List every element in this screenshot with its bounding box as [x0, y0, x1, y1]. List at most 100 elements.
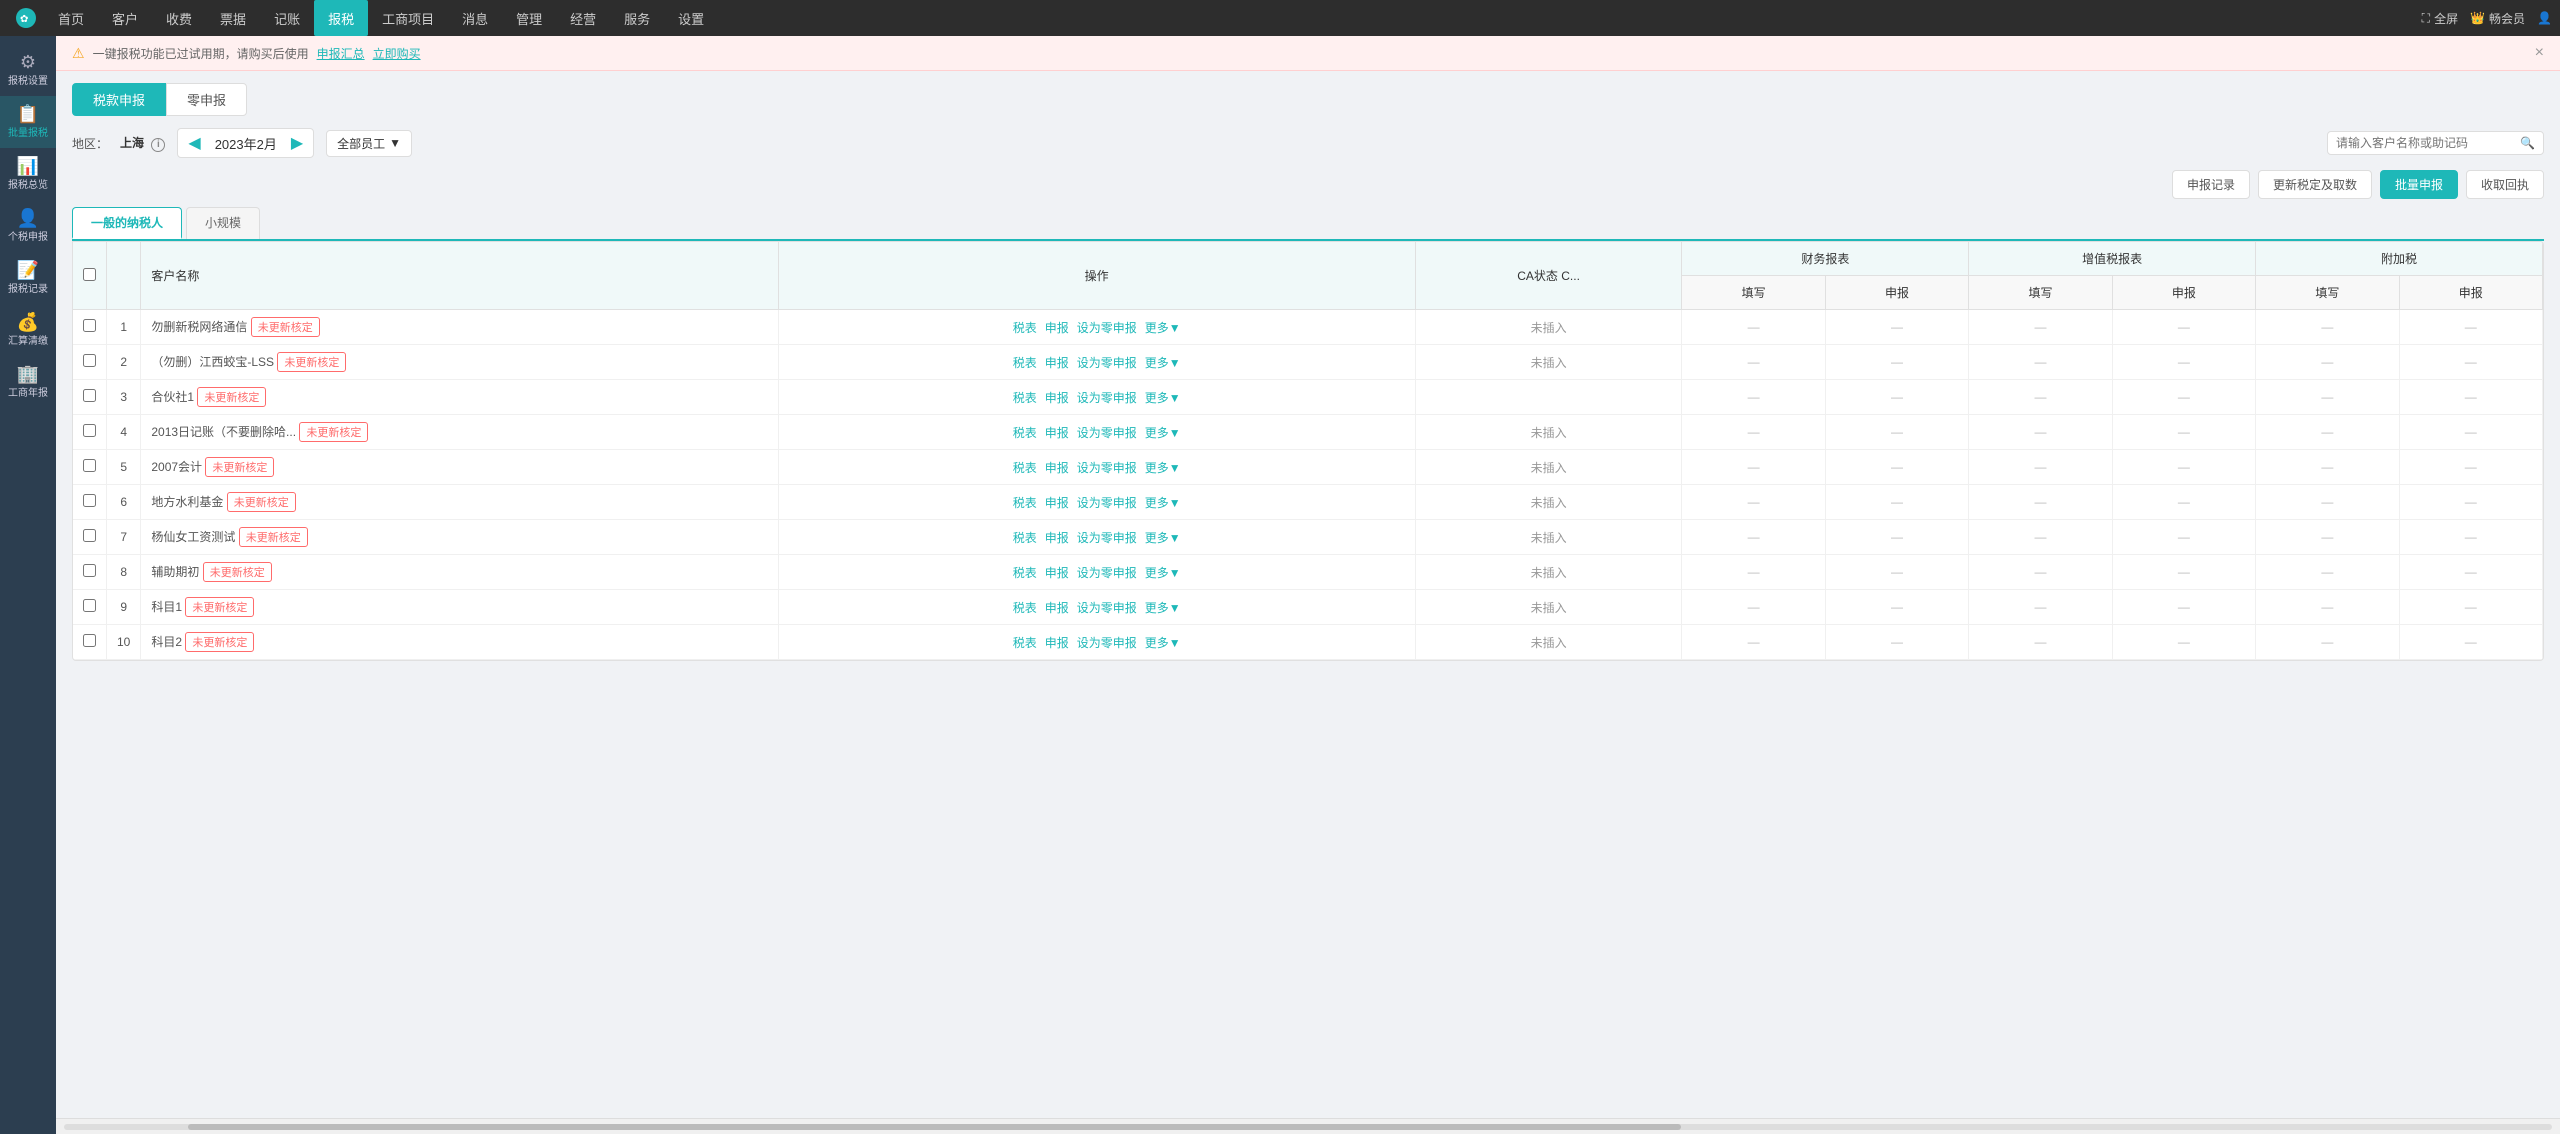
row-select-checkbox[interactable]: [83, 634, 96, 647]
tab-zero-declare[interactable]: 零申报: [166, 83, 247, 116]
nav-business2[interactable]: 经营: [556, 0, 610, 36]
search-icon[interactable]: 🔍: [2520, 136, 2535, 150]
op-tax-table[interactable]: 税表: [1013, 494, 1037, 511]
op-tax-table[interactable]: 税表: [1013, 599, 1037, 616]
op-zero-declare[interactable]: 设为零申报: [1077, 389, 1137, 406]
nav-invoice[interactable]: 票据: [206, 0, 260, 36]
sidebar-item-jisuanqingchu[interactable]: 💰 汇算清缴: [0, 304, 56, 356]
op-declare[interactable]: 申报: [1045, 459, 1069, 476]
prev-month-btn[interactable]: ◀: [188, 133, 200, 153]
tab-general-taxpayer[interactable]: 一般的纳税人: [72, 207, 182, 239]
op-declare[interactable]: 申报: [1045, 599, 1069, 616]
op-zero-declare[interactable]: 设为零申报: [1077, 529, 1137, 546]
row-select-checkbox[interactable]: [83, 319, 96, 332]
nav-message[interactable]: 消息: [448, 0, 502, 36]
row-select-checkbox[interactable]: [83, 389, 96, 402]
op-more[interactable]: 更多▼: [1145, 459, 1181, 476]
nav-fee[interactable]: 收费: [152, 0, 206, 36]
vip-btn[interactable]: 👑 畅会员: [2470, 10, 2525, 27]
sidebar-item-baoshuijilu[interactable]: 📝 报税记录: [0, 252, 56, 304]
op-tax-table[interactable]: 税表: [1013, 564, 1037, 581]
op-declare[interactable]: 申报: [1045, 529, 1069, 546]
op-tax-table[interactable]: 税表: [1013, 459, 1037, 476]
op-more[interactable]: 更多▼: [1145, 389, 1181, 406]
row-f5: —: [2256, 590, 2399, 625]
op-declare[interactable]: 申报: [1045, 389, 1069, 406]
op-zero-declare[interactable]: 设为零申报: [1077, 354, 1137, 371]
record-icon: 📝: [17, 260, 39, 281]
op-declare[interactable]: 申报: [1045, 319, 1069, 336]
next-month-btn[interactable]: ▶: [291, 133, 303, 153]
op-declare[interactable]: 申报: [1045, 564, 1069, 581]
nav-bookkeeping[interactable]: 记账: [260, 0, 314, 36]
user-avatar[interactable]: 👤: [2537, 11, 2552, 25]
tab-tax-declare[interactable]: 税款申报: [72, 83, 166, 116]
bottom-scrollbar[interactable]: [56, 1118, 2560, 1134]
btn-piliangshenbao[interactable]: 批量申报: [2380, 170, 2458, 199]
personal-icon: 👤: [17, 208, 39, 229]
op-zero-declare[interactable]: 设为零申报: [1077, 459, 1137, 476]
op-more[interactable]: 更多▼: [1145, 354, 1181, 371]
status-badge: 未更新核定: [185, 597, 254, 617]
op-zero-declare[interactable]: 设为零申报: [1077, 634, 1137, 651]
nav-settings[interactable]: 设置: [664, 0, 718, 36]
op-tax-table[interactable]: 税表: [1013, 424, 1037, 441]
nav-business[interactable]: 工商项目: [368, 0, 448, 36]
sidebar-item-baoshuizonglan[interactable]: 📊 报税总览: [0, 148, 56, 200]
region-info-icon[interactable]: i: [151, 138, 165, 152]
op-tax-table[interactable]: 税表: [1013, 354, 1037, 371]
fullscreen-btn[interactable]: ⛶ 全屏: [2422, 10, 2458, 27]
op-declare[interactable]: 申报: [1045, 634, 1069, 651]
nav-tax[interactable]: 报税: [314, 0, 368, 36]
op-tax-table[interactable]: 税表: [1013, 319, 1037, 336]
sidebar-item-baoshuishezhi[interactable]: ⚙ 报税设置: [0, 44, 56, 96]
select-all-checkbox[interactable]: [83, 268, 96, 281]
op-zero-declare[interactable]: 设为零申报: [1077, 494, 1137, 511]
row-ca-status: 未插入: [1415, 310, 1682, 345]
op-declare[interactable]: 申报: [1045, 424, 1069, 441]
op-more[interactable]: 更多▼: [1145, 634, 1181, 651]
row-select-checkbox[interactable]: [83, 529, 96, 542]
row-select-checkbox[interactable]: [83, 424, 96, 437]
sidebar-item-geshenbaoshui[interactable]: 👤 个税申报: [0, 200, 56, 252]
trial-link-buy[interactable]: 立即购买: [373, 45, 421, 62]
op-more[interactable]: 更多▼: [1145, 529, 1181, 546]
sidebar-item-gongshangnianba[interactable]: 🏢 工商年报: [0, 356, 56, 408]
op-more[interactable]: 更多▼: [1145, 564, 1181, 581]
op-more[interactable]: 更多▼: [1145, 319, 1181, 336]
nav-customer[interactable]: 客户: [98, 0, 152, 36]
op-declare[interactable]: 申报: [1045, 494, 1069, 511]
btn-shenbaojilu[interactable]: 申报记录: [2172, 170, 2250, 199]
nav-service[interactable]: 服务: [610, 0, 664, 36]
btn-gengxin[interactable]: 更新税定及取数: [2258, 170, 2372, 199]
row-select-checkbox[interactable]: [83, 494, 96, 507]
employee-select[interactable]: 全部员工 ▼: [326, 130, 412, 157]
nav-manage[interactable]: 管理: [502, 0, 556, 36]
tab-small-scale[interactable]: 小规模: [186, 207, 260, 239]
op-tax-table[interactable]: 税表: [1013, 634, 1037, 651]
btn-shouhuijiaona[interactable]: 收取回执: [2466, 170, 2544, 199]
op-zero-declare[interactable]: 设为零申报: [1077, 319, 1137, 336]
row-select-checkbox[interactable]: [83, 354, 96, 367]
search-input[interactable]: [2336, 136, 2516, 150]
row-f6: —: [2399, 555, 2542, 590]
trial-close-btn[interactable]: ×: [2535, 44, 2544, 62]
op-more[interactable]: 更多▼: [1145, 599, 1181, 616]
trial-link-summary[interactable]: 申报汇总: [317, 45, 365, 62]
sidebar-item-piliangbaoshui[interactable]: 📋 批量报税: [0, 96, 56, 148]
op-zero-declare[interactable]: 设为零申报: [1077, 564, 1137, 581]
op-zero-declare[interactable]: 设为零申报: [1077, 599, 1137, 616]
row-select-checkbox[interactable]: [83, 564, 96, 577]
row-select-checkbox[interactable]: [83, 599, 96, 612]
nav-home[interactable]: 首页: [44, 0, 98, 36]
row-f6: —: [2399, 590, 2542, 625]
op-zero-declare[interactable]: 设为零申报: [1077, 424, 1137, 441]
th-fill-3: 填写: [2256, 276, 2399, 310]
op-more[interactable]: 更多▼: [1145, 424, 1181, 441]
op-declare[interactable]: 申报: [1045, 354, 1069, 371]
status-badge: 未更新核定: [277, 352, 346, 372]
op-tax-table[interactable]: 税表: [1013, 389, 1037, 406]
row-select-checkbox[interactable]: [83, 459, 96, 472]
op-tax-table[interactable]: 税表: [1013, 529, 1037, 546]
op-more[interactable]: 更多▼: [1145, 494, 1181, 511]
